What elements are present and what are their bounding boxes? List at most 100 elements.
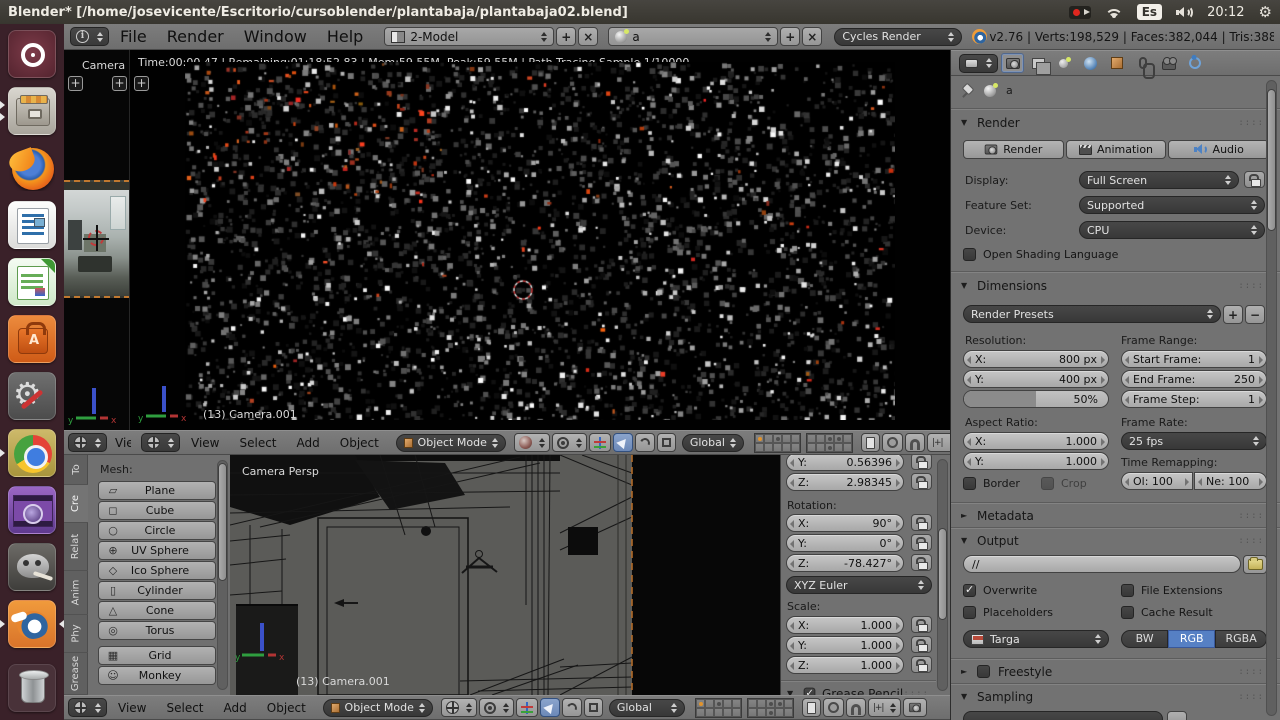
layers-widget[interactable] [694, 697, 742, 718]
render-presets-select[interactable]: Render Presets [963, 305, 1221, 323]
tab-physics[interactable]: Phy [64, 615, 88, 653]
resolution-y-field[interactable]: Y: 400 px [963, 370, 1109, 388]
keyboard-layout-indicator[interactable]: Es [1136, 4, 1163, 20]
pin-icon[interactable] [961, 84, 974, 97]
launcher-ubuntu-dash-icon[interactable] [8, 30, 56, 78]
snap-element-select[interactable]: |+| [926, 433, 950, 452]
launcher-system-settings-icon[interactable]: ⚙ [8, 372, 56, 420]
add-preset-button[interactable]: + [1223, 305, 1243, 324]
properties-scrollbar[interactable] [1266, 80, 1277, 716]
scale-x-field[interactable]: X: 1.000 [786, 616, 904, 634]
render-button[interactable]: Render [963, 140, 1064, 159]
screen-recorder-icon[interactable] [1068, 5, 1091, 19]
tab-object[interactable] [1105, 53, 1128, 73]
viewport-shading-select[interactable] [440, 698, 477, 717]
dimensions-panel-header[interactable]: ▼ Dimensions:::: [961, 276, 1264, 295]
lock-to-scene-button[interactable] [801, 698, 821, 717]
grease-pencil-checkbox[interactable] [803, 687, 816, 695]
add-mesh-grid-button[interactable]: ▦ Grid [98, 646, 216, 665]
freestyle-panel-header[interactable]: ► Freestyle:::: [961, 662, 1264, 681]
output-path-field[interactable]: // [963, 555, 1241, 573]
device-select[interactable]: CPU [1079, 221, 1265, 239]
add-scene-button[interactable]: + [780, 27, 801, 46]
lock-icon[interactable] [911, 554, 932, 571]
session-gear-icon[interactable]: ⚙ [1259, 4, 1272, 20]
tab-scene[interactable] [1053, 53, 1076, 73]
volume-icon[interactable] [1176, 5, 1194, 19]
color-mode-rgb-button[interactable]: RGB [1168, 630, 1216, 648]
metadata-panel-header[interactable]: ► Metadata:::: [961, 506, 1264, 525]
output-panel-header[interactable]: ▼ Output:::: [961, 531, 1264, 550]
tab-create[interactable]: Cre [64, 485, 88, 523]
launcher-libreoffice-writer-icon[interactable] [8, 201, 56, 249]
rotate-manipulator[interactable] [561, 698, 582, 717]
location-z-field[interactable]: Z: 2.98345 [786, 473, 904, 491]
layers-widget[interactable] [753, 432, 801, 453]
n-panel-scrollbar[interactable] [937, 459, 948, 691]
snap-toggle-button[interactable] [904, 433, 925, 452]
placeholders-checkbox[interactable] [963, 606, 976, 619]
add-mesh-circle-button[interactable]: ○ Circle [98, 521, 216, 540]
manipulator-toggle[interactable] [515, 698, 538, 717]
expand-region-button[interactable]: + [134, 76, 149, 91]
menu-help[interactable]: Help [318, 27, 372, 46]
resolution-x-field[interactable]: X: 800 px [963, 350, 1109, 368]
scale-manipulator[interactable] [656, 433, 676, 452]
add-mesh-cube-button[interactable]: ◻ Cube [98, 501, 216, 520]
feature-set-select[interactable]: Supported [1079, 196, 1265, 214]
lock-icon[interactable] [911, 534, 932, 551]
launcher-libreoffice-calc-icon[interactable] [8, 258, 56, 306]
launcher-trash-icon[interactable] [8, 664, 56, 712]
render-result-viewport[interactable]: Time:00:00.47 | Remaining:01:18:52.83 | … [130, 50, 950, 430]
rotation-mode-select[interactable]: XYZ Euler [786, 576, 932, 594]
cache-result-checkbox[interactable] [1121, 606, 1134, 619]
remap-new-field[interactable]: Ne: 100 [1194, 472, 1267, 490]
tab-world[interactable] [1079, 53, 1102, 73]
close-scene-button[interactable]: × [802, 27, 823, 46]
frame-step-field[interactable]: Frame Step: 1 [1121, 390, 1267, 408]
file-format-select[interactable]: Targa [963, 630, 1109, 648]
menu-object[interactable]: Object [331, 436, 388, 450]
expand-region-button[interactable]: + [68, 76, 83, 91]
menu-window[interactable]: Window [235, 27, 316, 46]
sampling-partial-button[interactable] [1167, 711, 1187, 720]
rotation-x-field[interactable]: X: 90° [786, 514, 904, 532]
menu-render[interactable]: Render [158, 27, 233, 46]
menu-select[interactable]: Select [230, 436, 285, 450]
camera-strip-viewport[interactable]: Camera + + y x [64, 50, 130, 430]
pivot-point-select[interactable] [478, 698, 514, 717]
editor-type-selector[interactable] [68, 698, 107, 717]
add-mesh-cone-button[interactable]: △ Cone [98, 601, 216, 620]
proportional-edit-button[interactable] [822, 698, 844, 717]
scene-selector[interactable]: a [608, 27, 779, 46]
viewport-shading-select[interactable] [513, 433, 550, 452]
scale-y-field[interactable]: Y: 1.000 [786, 636, 904, 654]
proportional-edit-button[interactable] [881, 433, 903, 452]
aspect-x-field[interactable]: X: 1.000 [963, 432, 1109, 450]
tab-object-data[interactable] [1157, 53, 1180, 73]
add-mesh-torus-button[interactable]: ◎ Torus [98, 621, 216, 640]
menu-view[interactable]: View [111, 436, 131, 450]
add-mesh-cylinder-button[interactable]: ▯ Cylinder [98, 581, 216, 600]
lock-icon[interactable] [911, 514, 932, 531]
snap-toggle-button[interactable] [845, 698, 866, 717]
tab-physics[interactable] [1183, 53, 1206, 73]
sampling-panel-header[interactable]: ▼ Sampling:::: [961, 687, 1264, 706]
translate-manipulator[interactable] [612, 433, 633, 452]
transform-orientation-select[interactable]: Global [608, 698, 685, 717]
expand-region-button[interactable]: + [112, 76, 127, 91]
start-frame-field[interactable]: Start Frame: 1 [1121, 350, 1267, 368]
lock-icon[interactable] [1244, 171, 1265, 188]
add-mesh-plane-button[interactable]: ▱ Plane [98, 481, 216, 500]
render-panel-header[interactable]: ▼ Render:::: [961, 113, 1264, 132]
opengl-render-button[interactable] [903, 698, 928, 717]
freestyle-checkbox[interactable] [977, 665, 990, 678]
menu-select[interactable]: Select [157, 701, 212, 715]
end-frame-field[interactable]: End Frame: 250 [1121, 370, 1267, 388]
tab-constraints[interactable] [1131, 53, 1155, 79]
scale-z-field[interactable]: Z: 1.000 [786, 656, 904, 674]
wifi-icon[interactable] [1104, 6, 1123, 19]
lock-icon[interactable] [911, 656, 932, 673]
lock-icon[interactable] [911, 473, 932, 490]
layers-widget[interactable] [746, 697, 794, 718]
